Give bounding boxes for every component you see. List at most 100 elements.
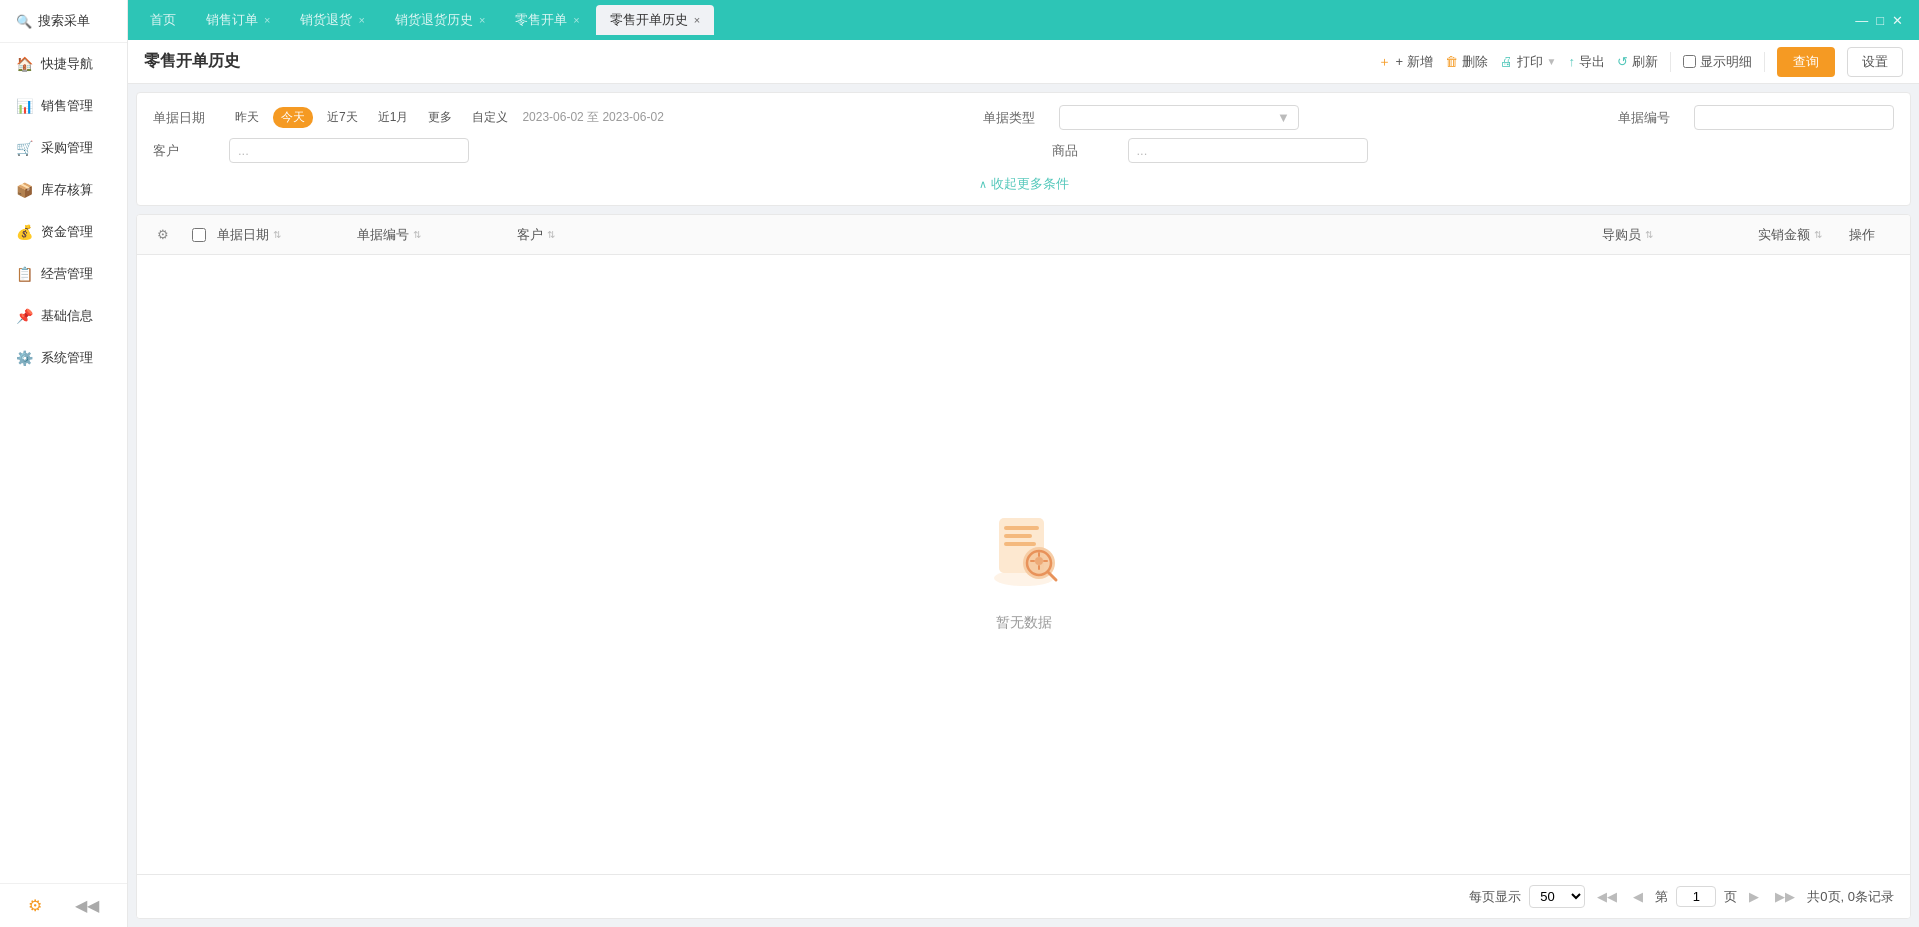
refresh-label: 刷新 (1632, 53, 1658, 71)
table-wrap: ⚙ 单据日期 ⇅ 单据编号 ⇅ 客户 ⇅ 导购员 (136, 214, 1911, 919)
col-customer-label: 客户 (517, 226, 543, 244)
col-amount-sort: ⇅ (1814, 229, 1822, 240)
product-input[interactable]: ... (1128, 138, 1368, 163)
date-btn-more[interactable]: 更多 (422, 107, 458, 128)
sidebar-footer: ⚙ ◀◀ (0, 883, 127, 927)
col-settings[interactable]: ⚙ (145, 227, 181, 242)
sidebar-item-sales-label: 销售管理 (41, 97, 93, 115)
page-input[interactable] (1676, 886, 1716, 907)
date-btn-7days[interactable]: 近7天 (321, 107, 364, 128)
setting-button[interactable]: 设置 (1847, 47, 1903, 77)
date-btn-today[interactable]: 今天 (273, 107, 313, 128)
tab-sales-order-close[interactable]: × (264, 14, 270, 26)
export-label: 导出 (1579, 53, 1605, 71)
print-icon: 🖨 (1500, 54, 1513, 69)
tab-bar: 首页 销售订单 × 销货退货 × 销货退货历史 × 零售开单 × 零售开单历史 … (128, 0, 1919, 40)
sidebar-item-inventory[interactable]: 📦 库存核算 (0, 169, 127, 211)
refresh-button[interactable]: ↺ 刷新 (1617, 53, 1658, 71)
collapse-up-icon: ∧ (979, 178, 987, 191)
sidebar-item-system[interactable]: ⚙️ 系统管理 (0, 337, 127, 379)
col-checkbox[interactable] (181, 228, 217, 242)
display-detail[interactable]: 显示明细 (1683, 53, 1752, 71)
col-guide[interactable]: 导购员 ⇅ (1602, 226, 1702, 244)
sidebar-search[interactable]: 🔍 搜索采单 (0, 0, 127, 43)
tab-retail-open-history[interactable]: 零售开单历史 × (596, 5, 714, 35)
sidebar-item-quick-nav[interactable]: 🏠 快捷导航 (0, 43, 127, 85)
export-button[interactable]: ↑ 导出 (1569, 53, 1606, 71)
tab-sales-return[interactable]: 销货退货 × (286, 5, 378, 35)
toolbar-divider (1670, 52, 1671, 72)
tab-sales-order-label: 销售订单 (206, 11, 258, 29)
customer-input[interactable]: ... (229, 138, 469, 163)
order-type-select[interactable]: ▼ (1059, 105, 1299, 130)
col-order-no[interactable]: 单据编号 ⇅ (357, 226, 517, 244)
page-prev-btn[interactable]: ◀ (1629, 887, 1647, 906)
operations-icon: 📋 (16, 266, 33, 282)
date-btn-1month[interactable]: 近1月 (372, 107, 415, 128)
add-label: + 新增 (1395, 53, 1432, 71)
page-next-btn[interactable]: ▶ (1745, 887, 1763, 906)
quick-nav-icon: 🏠 (16, 56, 33, 72)
sidebar-item-basic-info-label: 基础信息 (41, 307, 93, 325)
order-type-chevron: ▼ (1277, 110, 1290, 125)
toolbar: 零售开单历史 ＋ + 新增 🗑 删除 🖨 打印 ▼ ↑ 导出 ↺ 刷新 (128, 40, 1919, 84)
sidebar-item-operations[interactable]: 📋 经营管理 (0, 253, 127, 295)
main-area: 首页 销售订单 × 销货退货 × 销货退货历史 × 零售开单 × 零售开单历史 … (128, 0, 1919, 927)
tab-sales-return-label: 销货退货 (300, 11, 352, 29)
page-last-btn[interactable]: ▶▶ (1771, 887, 1799, 906)
sidebar-item-basic-info[interactable]: 📌 基础信息 (0, 295, 127, 337)
svg-rect-3 (1004, 534, 1032, 538)
print-button[interactable]: 🖨 打印 ▼ (1500, 53, 1557, 71)
content-area: 单据日期 昨天 今天 近7天 近1月 更多 自定义 2023-06-02 至 2… (128, 84, 1919, 927)
svg-rect-2 (1004, 526, 1039, 530)
col-amount[interactable]: 实销金额 ⇅ (1702, 226, 1822, 244)
filter-row-date: 单据日期 昨天 今天 近7天 近1月 更多 自定义 2023-06-02 至 2… (153, 105, 1894, 130)
col-date-sort: ⇅ (273, 229, 281, 240)
tab-retail-open[interactable]: 零售开单 × (501, 5, 593, 35)
page-size-select[interactable]: 50 100 200 (1529, 885, 1585, 908)
order-no-input[interactable] (1694, 105, 1894, 130)
date-btn-custom[interactable]: 自定义 (466, 107, 514, 128)
col-customer[interactable]: 客户 ⇅ (517, 226, 1602, 244)
date-btn-yesterday[interactable]: 昨天 (229, 107, 265, 128)
select-all-checkbox[interactable] (192, 228, 206, 242)
customer-placeholder: ... (238, 143, 460, 158)
empty-text: 暂无数据 (996, 614, 1052, 632)
window-maximize[interactable]: □ (1876, 13, 1884, 28)
date-range-display: 2023-06-02 至 2023-06-02 (522, 109, 663, 126)
add-button[interactable]: ＋ + 新增 (1378, 53, 1432, 71)
tab-sales-return-history[interactable]: 销货退货历史 × (381, 5, 499, 35)
settings-icon[interactable]: ⚙ (157, 227, 169, 242)
basic-info-icon: 📌 (16, 308, 33, 324)
display-detail-checkbox[interactable] (1683, 55, 1696, 68)
window-minimize[interactable]: — (1855, 13, 1868, 28)
toolbar-actions: ＋ + 新增 🗑 删除 🖨 打印 ▼ ↑ 导出 ↺ 刷新 (1378, 47, 1903, 77)
sidebar-item-quick-nav-label: 快捷导航 (41, 55, 93, 73)
page-suffix: 页 (1724, 888, 1737, 906)
empty-state: 暂无数据 (137, 255, 1910, 874)
tab-home-label: 首页 (150, 11, 176, 29)
product-placeholder: ... (1137, 143, 1359, 158)
page-first-btn[interactable]: ◀◀ (1593, 887, 1621, 906)
svg-rect-4 (1004, 542, 1036, 546)
col-date[interactable]: 单据日期 ⇅ (217, 226, 357, 244)
footer-collapse-icon[interactable]: ◀◀ (75, 896, 99, 915)
window-close[interactable]: ✕ (1892, 13, 1903, 28)
sidebar-item-purchase-mgmt[interactable]: 🛒 采购管理 (0, 127, 127, 169)
delete-button[interactable]: 🗑 删除 (1445, 53, 1488, 71)
tab-sales-return-history-close[interactable]: × (479, 14, 485, 26)
tab-retail-open-close[interactable]: × (573, 14, 579, 26)
col-order-no-label: 单据编号 (357, 226, 409, 244)
footer-settings-icon[interactable]: ⚙ (28, 896, 42, 915)
filter-panel: 单据日期 昨天 今天 近7天 近1月 更多 自定义 2023-06-02 至 2… (136, 92, 1911, 206)
sidebar-item-sales-mgmt[interactable]: 📊 销售管理 (0, 85, 127, 127)
collapse-button[interactable]: ∧ 收起更多条件 (153, 171, 1894, 193)
purchase-icon: 🛒 (16, 140, 33, 156)
query-button[interactable]: 查询 (1777, 47, 1835, 77)
tab-home[interactable]: 首页 (136, 5, 190, 35)
tab-sales-return-close[interactable]: × (358, 14, 364, 26)
tab-retail-open-history-close[interactable]: × (694, 14, 700, 26)
sales-icon: 📊 (16, 98, 33, 114)
tab-sales-order[interactable]: 销售订单 × (192, 5, 284, 35)
sidebar-item-finance[interactable]: 💰 资金管理 (0, 211, 127, 253)
